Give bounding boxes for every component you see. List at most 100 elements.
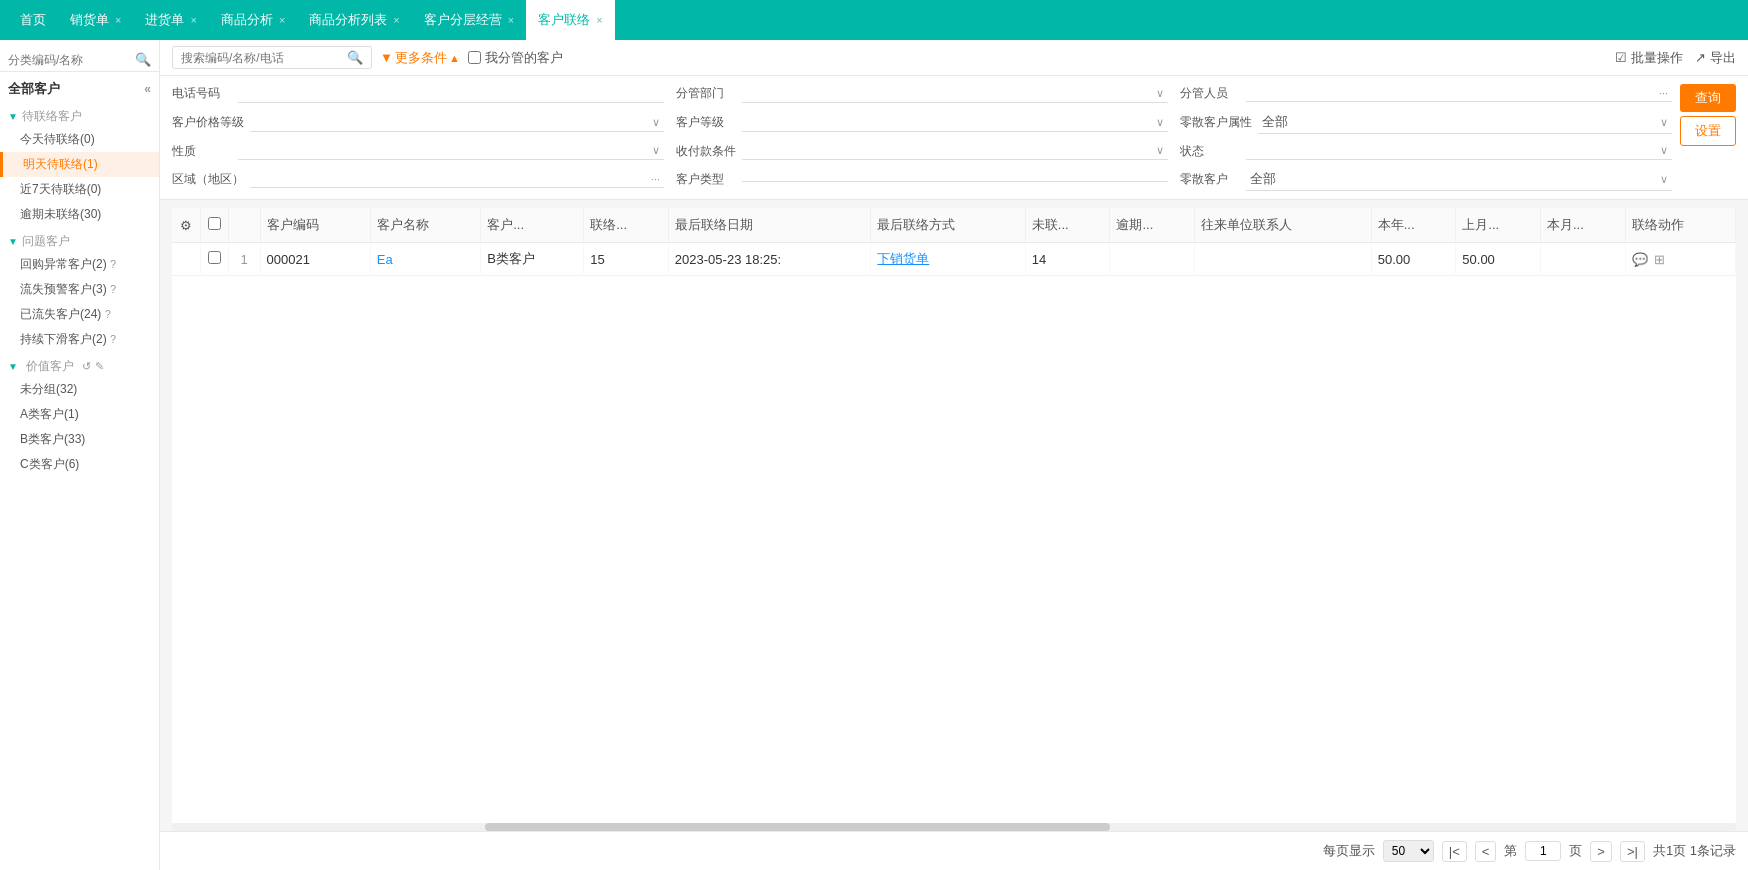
export-icon: ↗ <box>1695 50 1706 65</box>
row-num: 1 <box>228 243 260 276</box>
filter-person-label: 分管人员 <box>1180 85 1240 102</box>
sidebar-item-tomorrow[interactable]: 明天待联络(1) <box>0 152 159 177</box>
col-last-contact-method[interactable]: 最后联络方式 <box>871 208 1026 243</box>
filter-retail-attr-select[interactable]: 全部 ∨ <box>1258 111 1672 134</box>
filter-payment-terms: 收付款条件 ∨ <box>676 142 1168 160</box>
row-last-contact-method[interactable]: 下销货单 <box>871 243 1026 276</box>
sidebar-item-repurchase-anomaly[interactable]: 回购异常客户(2) ? <box>0 252 159 277</box>
row-this-year: 50.00 <box>1371 243 1456 276</box>
sidebar-item-7days[interactable]: 近7天待联络(0) <box>0 177 159 202</box>
page-input[interactable] <box>1525 841 1561 861</box>
search-input[interactable] <box>181 51 347 65</box>
filter-region: 区域（地区） ··· <box>172 171 664 188</box>
sidebar-item-today[interactable]: 今天待联络(0) <box>0 127 159 152</box>
filter-person-select[interactable]: ··· <box>1246 85 1672 102</box>
close-icon[interactable]: × <box>279 14 285 26</box>
col-last-month[interactable]: 上月... <box>1456 208 1541 243</box>
nav-product-analysis-list[interactable]: 商品分析列表 × <box>297 0 411 40</box>
toolbar: 🔍 ▼ 更多条件 ▲ 我分管的客户 ☑ 批量操作 ↗ 导出 <box>160 40 1748 76</box>
filter-status-label: 状态 <box>1180 143 1240 160</box>
last-page-button[interactable]: >| <box>1620 841 1645 862</box>
filter-price-level-select[interactable]: ∨ <box>250 114 664 132</box>
nav-product-analysis[interactable]: 商品分析 × <box>209 0 297 40</box>
nav-customer-contact[interactable]: 客户联络 × <box>526 0 614 40</box>
sidebar-item-churned[interactable]: 已流失客户(24) ? <box>0 302 159 327</box>
col-customer-name[interactable]: 客户名称 <box>370 208 480 243</box>
row-last-contact-date: 2023-05-23 18:25: <box>668 243 871 276</box>
close-icon[interactable]: × <box>115 14 121 26</box>
export-button[interactable]: ↗ 导出 <box>1695 49 1736 67</box>
col-action: 联络动作 <box>1625 208 1735 243</box>
sidebar-item-class-b[interactable]: B类客户(33) <box>0 427 159 452</box>
row-contact: 15 <box>584 243 669 276</box>
col-unit-contact[interactable]: 往来单位联系人 <box>1195 208 1372 243</box>
my-customers-checkbox-label[interactable]: 我分管的客户 <box>468 49 563 67</box>
content-area: 🔍 ▼ 更多条件 ▲ 我分管的客户 ☑ 批量操作 ↗ 导出 <box>160 40 1748 870</box>
filter-customer-level-select[interactable]: ∨ <box>742 114 1168 132</box>
nav-sales-order[interactable]: 销货单 × <box>58 0 133 40</box>
comment-icon[interactable]: 💬 <box>1632 252 1648 267</box>
filter-retail-customer-select[interactable]: 全部 ∨ <box>1246 168 1672 191</box>
sidebar-item-declining[interactable]: 持续下滑客户(2) ? <box>0 327 159 352</box>
search-box: 🔍 <box>172 46 372 69</box>
sidebar-item-overdue[interactable]: 逾期未联络(30) <box>0 202 159 227</box>
close-icon[interactable]: × <box>190 14 196 26</box>
prev-page-button[interactable]: < <box>1475 841 1497 862</box>
row-settings[interactable] <box>172 243 200 276</box>
sidebar-item-class-a[interactable]: A类客户(1) <box>0 402 159 427</box>
sidebar-search-input[interactable] <box>8 53 135 67</box>
more-conditions-button[interactable]: ▼ 更多条件 ▲ <box>380 49 460 67</box>
filter-phone-input[interactable] <box>238 84 664 103</box>
nav-customer-segmentation[interactable]: 客户分层经营 × <box>412 0 526 40</box>
col-overdue[interactable]: 逾期... <box>1110 208 1195 243</box>
col-settings[interactable]: ⚙ <box>172 208 200 243</box>
collapse-icon[interactable]: « <box>144 82 151 96</box>
col-checkbox[interactable] <box>200 208 228 243</box>
col-not-contacted[interactable]: 未联... <box>1025 208 1110 243</box>
filter-payment-terms-select[interactable]: ∨ <box>742 142 1168 160</box>
sidebar-item-churn-warning[interactable]: 流失预警客户(3) ? <box>0 277 159 302</box>
per-page-label: 每页显示 <box>1323 842 1375 860</box>
scrollbar-thumb[interactable] <box>485 823 1111 831</box>
filter-dept-select[interactable]: ∨ <box>742 85 1168 103</box>
col-customer-code[interactable]: 客户编码 <box>260 208 370 243</box>
filter-status-select[interactable]: ∨ <box>1246 142 1672 160</box>
select-all-checkbox[interactable] <box>208 217 221 230</box>
filter-region-select[interactable]: ··· <box>250 171 664 188</box>
col-this-year[interactable]: 本年... <box>1371 208 1456 243</box>
col-contact[interactable]: 联络... <box>584 208 669 243</box>
row-checkbox[interactable] <box>200 243 228 276</box>
sidebar-item-ungrouped[interactable]: 未分组(32) <box>0 377 159 402</box>
filter-customer-type-select[interactable] <box>742 177 1168 182</box>
per-page-select[interactable]: 50 100 200 <box>1383 840 1434 862</box>
query-button[interactable]: 查询 <box>1680 84 1736 112</box>
dots-icon[interactable]: ··· <box>651 173 660 185</box>
dots-icon[interactable]: ··· <box>1659 87 1668 99</box>
col-this-month[interactable]: 本月... <box>1540 208 1625 243</box>
filter-nature-select[interactable]: ∨ <box>238 142 664 160</box>
all-customers-header[interactable]: 全部客户 « <box>0 76 159 102</box>
set-button[interactable]: 设置 <box>1680 116 1736 146</box>
close-icon[interactable]: × <box>596 14 602 26</box>
page-unit: 页 <box>1569 842 1582 860</box>
search-icon[interactable]: 🔍 <box>347 50 363 65</box>
filter-row-2: 客户价格等级 ∨ 客户等级 ∨ <box>172 111 1672 134</box>
nav-home[interactable]: 首页 <box>8 0 58 40</box>
filter-nature-label: 性质 <box>172 143 232 160</box>
close-icon[interactable]: × <box>508 14 514 26</box>
close-icon[interactable]: × <box>393 14 399 26</box>
col-customer-type[interactable]: 客户... <box>481 208 584 243</box>
grid-icon[interactable]: ⊞ <box>1654 252 1665 267</box>
first-page-button[interactable]: |< <box>1442 841 1467 862</box>
horizontal-scrollbar[interactable] <box>172 823 1736 831</box>
row-name[interactable]: Ea <box>370 243 480 276</box>
nav-purchase-order[interactable]: 进货单 × <box>133 0 208 40</box>
filter-row-3: 性质 ∨ 收付款条件 ∨ <box>172 142 1672 160</box>
search-icon[interactable]: 🔍 <box>135 52 151 67</box>
my-customers-checkbox[interactable] <box>468 51 481 64</box>
col-last-contact-date[interactable]: 最后联络日期 <box>668 208 871 243</box>
next-page-button[interactable]: > <box>1590 841 1612 862</box>
batch-operation-button[interactable]: ☑ 批量操作 <box>1615 49 1683 67</box>
row-select-checkbox[interactable] <box>208 251 221 264</box>
sidebar-item-class-c[interactable]: C类客户(6) <box>0 452 159 477</box>
